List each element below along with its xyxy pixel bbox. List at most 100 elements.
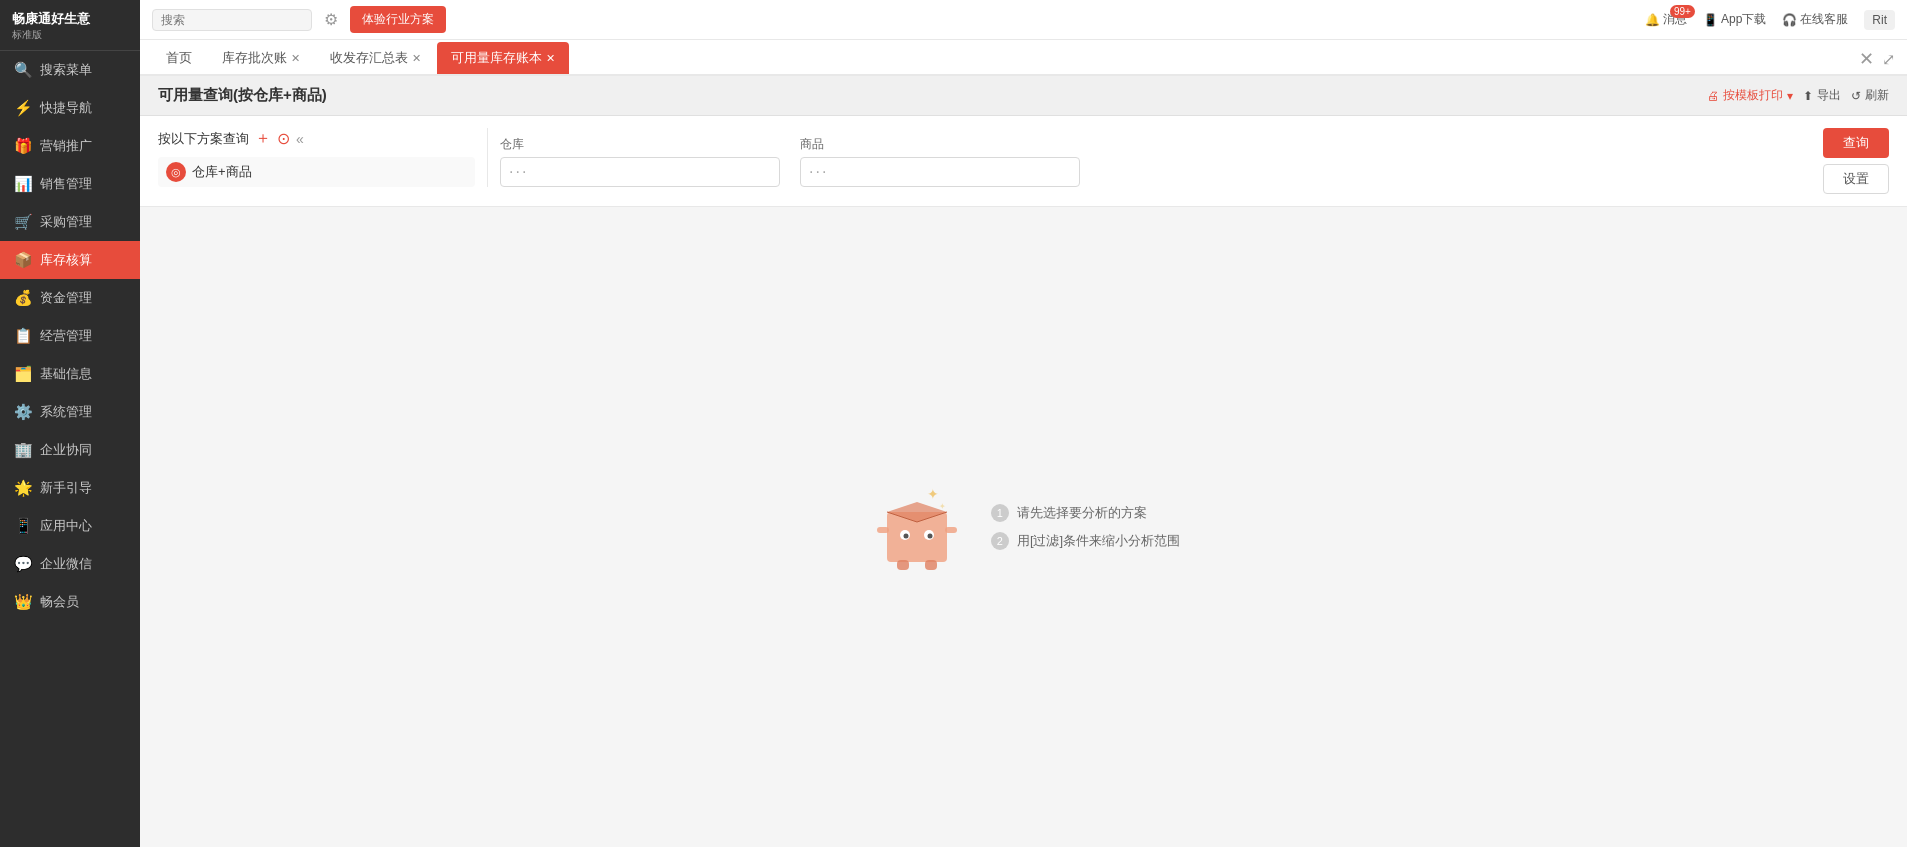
sidebar-item-base[interactable]: 🗂️ 基础信息 <box>0 355 140 393</box>
empty-tip-2: 2用[过滤]条件来缩小分析范围 <box>991 532 1180 550</box>
svg-rect-12 <box>897 560 909 570</box>
goods-field: 商品 ··· <box>800 136 1080 187</box>
svg-point-7 <box>927 534 932 539</box>
sidebar-item-appcenter[interactable]: 📱应用中心 <box>0 507 140 545</box>
user-menu[interactable]: Rit <box>1864 10 1895 30</box>
phone-icon: 📱 <box>1703 13 1718 27</box>
empty-state: ✦ ✦ 1请先选择要分析的方案 2用[过滤]条件来缩小分析范围 <box>140 207 1907 847</box>
sidebar-item-label-member: 畅会员 <box>40 593 79 611</box>
scheme-item-warehouse-goods[interactable]: ◎ 仓库+商品 <box>158 157 475 187</box>
tab-available[interactable]: 可用量库存账本✕ <box>437 42 569 74</box>
tab-close-available[interactable]: ✕ <box>546 52 555 65</box>
sidebar-item-newguide[interactable]: 🌟新手引导 <box>0 469 140 507</box>
goods-label: 商品 <box>800 136 1080 153</box>
printer-icon: 🖨 <box>1707 89 1719 103</box>
settings-scheme-icon[interactable]: ⊙ <box>277 129 290 148</box>
tip-text-1: 请先选择要分析的方案 <box>1017 504 1147 522</box>
tab-summary[interactable]: 收发存汇总表 ✕ <box>316 42 435 74</box>
sidebar-item-finance[interactable]: 💰资金管理 <box>0 279 140 317</box>
sidebar-item-label-marketing: 营销推广 <box>40 137 92 155</box>
expand-icon[interactable]: ⤢ <box>1882 50 1895 69</box>
query-right-panel: 仓库 ··· 商品 ··· 查询 设置 <box>500 128 1889 194</box>
refresh-button[interactable]: ↺ 刷新 <box>1851 87 1889 104</box>
sidebar-item-purchase[interactable]: 🛒采购管理 <box>0 203 140 241</box>
topbar-search-box[interactable] <box>152 9 312 31</box>
base-icon: 🗂️ <box>14 365 32 383</box>
sidebar-item-wechat[interactable]: 💬企业微信 <box>0 545 140 583</box>
tab-close-summary[interactable]: ✕ <box>412 52 421 65</box>
sidebar: 畅康通好生意 标准版 🔍 搜索菜单 ⚡快捷导航🎁营销推广 📊 销售管理 🛒采购管理📦库存核… <box>0 0 140 847</box>
query-actions: 查询 设置 <box>1823 128 1889 194</box>
sidebar-item-member[interactable]: 👑畅会员 <box>0 583 140 621</box>
empty-state-illustration: ✦ ✦ <box>867 477 967 577</box>
sidebar-item-label-wechat: 企业微信 <box>40 555 92 573</box>
sidebar-item-search[interactable]: 🔍 搜索菜单 <box>0 51 140 89</box>
page-title: 可用量查询(按仓库+商品) <box>158 86 327 105</box>
main-area: ⚙ 体验行业方案 🔔 消息 99+ 📱 App下载 🎧 在线客服 Rit 首页库… <box>140 0 1907 847</box>
sidebar-item-enterprise[interactable]: 🏢企业协同 <box>0 431 140 469</box>
search-input[interactable] <box>161 13 303 27</box>
gear-icon[interactable]: ⚙ <box>320 6 342 33</box>
system-icon: ⚙️ <box>14 403 32 421</box>
inventory-icon: 📦 <box>14 251 32 269</box>
sidebar-item-inventory[interactable]: 📦库存核算 <box>0 241 140 279</box>
sidebar-item-sales[interactable]: 📊 销售管理 <box>0 165 140 203</box>
empty-tip-1: 1请先选择要分析的方案 <box>991 504 1180 522</box>
sidebar-item-label-base: 基础信息 <box>40 365 92 383</box>
export-button[interactable]: ⬆ 导出 <box>1803 87 1841 104</box>
warehouse-dots: ··· <box>509 163 528 181</box>
close-tab-icon[interactable]: ✕ <box>1859 48 1874 70</box>
export-icon: ⬆ <box>1803 89 1813 103</box>
tab-batch[interactable]: 库存批次账✕ <box>208 42 314 74</box>
sidebar-item-label-shortcut: 快捷导航 <box>40 99 92 117</box>
query-button[interactable]: 查询 <box>1823 128 1889 158</box>
empty-state-content: ✦ ✦ 1请先选择要分析的方案 2用[过滤]条件来缩小分析范围 <box>867 477 1180 577</box>
query-left-panel: 按以下方案查询 ＋ ⊙ « ◎ 仓库+商品 <box>158 128 488 187</box>
page-header-actions: 🖨 按模板打印 ▾ ⬆ 导出 ↺ 刷新 <box>1707 87 1889 104</box>
industry-solution-button[interactable]: 体验行业方案 <box>350 6 446 33</box>
query-section: 按以下方案查询 ＋ ⊙ « ◎ 仓库+商品 仓库 ··· <box>140 116 1907 207</box>
tip-num-2: 2 <box>991 532 1009 550</box>
add-scheme-icon[interactable]: ＋ <box>255 128 271 149</box>
warehouse-label: 仓库 <box>500 136 780 153</box>
sidebar-item-label-enterprise: 企业协同 <box>40 441 92 459</box>
svg-text:✦: ✦ <box>939 502 946 511</box>
template-print-button[interactable]: 🖨 按模板打印 ▾ <box>1707 87 1793 104</box>
sidebar-item-marketing[interactable]: 🎁营销推广 <box>0 127 140 165</box>
settings-button[interactable]: 设置 <box>1823 164 1889 194</box>
refresh-icon: ↺ <box>1851 89 1861 103</box>
collapse-icon[interactable]: « <box>296 131 304 147</box>
goods-input[interactable]: ··· <box>800 157 1080 187</box>
tab-close-batch[interactable]: ✕ <box>291 52 300 65</box>
newguide-icon: 🌟 <box>14 479 32 497</box>
search-icon: 🔍 <box>14 61 32 79</box>
bell-icon: 🔔 <box>1645 13 1660 27</box>
warehouse-input[interactable]: ··· <box>500 157 780 187</box>
tab-label-summary: 收发存汇总表 <box>330 49 408 67</box>
sidebar-item-label-appcenter: 应用中心 <box>40 517 92 535</box>
sidebar-logo: 畅康通好生意 标准版 <box>0 0 140 51</box>
goods-dots: ··· <box>809 163 828 181</box>
sidebar-item-operation[interactable]: 📋经营管理 <box>0 317 140 355</box>
sidebar-item-shortcut[interactable]: ⚡快捷导航 <box>0 89 140 127</box>
tab-home[interactable]: 首页 <box>152 42 206 74</box>
scheme-item-label: 仓库+商品 <box>192 163 252 181</box>
tab-label-home: 首页 <box>166 49 192 67</box>
sidebar-item-label-sales: 销售管理 <box>40 175 92 193</box>
scheme-icon: ◎ <box>166 162 186 182</box>
tabs-bar: 首页库存批次账✕收发存汇总表✕可用量库存账本✕ ✕ ⤢ <box>140 40 1907 76</box>
sales-icon: 📊 <box>14 175 32 193</box>
topbar: ⚙ 体验行业方案 🔔 消息 99+ 📱 App下载 🎧 在线客服 Rit <box>140 0 1907 40</box>
app-subtitle: 标准版 <box>12 28 128 42</box>
content-area: 可用量查询(按仓库+商品) 🖨 按模板打印 ▾ ⬆ 导出 ↺ 刷新 <box>140 76 1907 847</box>
sidebar-item-system[interactable]: ⚙️ 系统管理 <box>0 393 140 431</box>
message-button[interactable]: 🔔 消息 99+ <box>1645 11 1687 28</box>
finance-icon: 💰 <box>14 289 32 307</box>
sidebar-item-label-system: 系统管理 <box>40 403 92 421</box>
sidebar-item-label-search: 搜索菜单 <box>40 61 92 79</box>
online-service-button[interactable]: 🎧 在线客服 <box>1782 11 1848 28</box>
warehouse-field: 仓库 ··· <box>500 136 780 187</box>
svg-rect-10 <box>877 527 889 533</box>
msg-badge: 99+ <box>1670 5 1695 18</box>
app-download-button[interactable]: 📱 App下载 <box>1703 11 1766 28</box>
